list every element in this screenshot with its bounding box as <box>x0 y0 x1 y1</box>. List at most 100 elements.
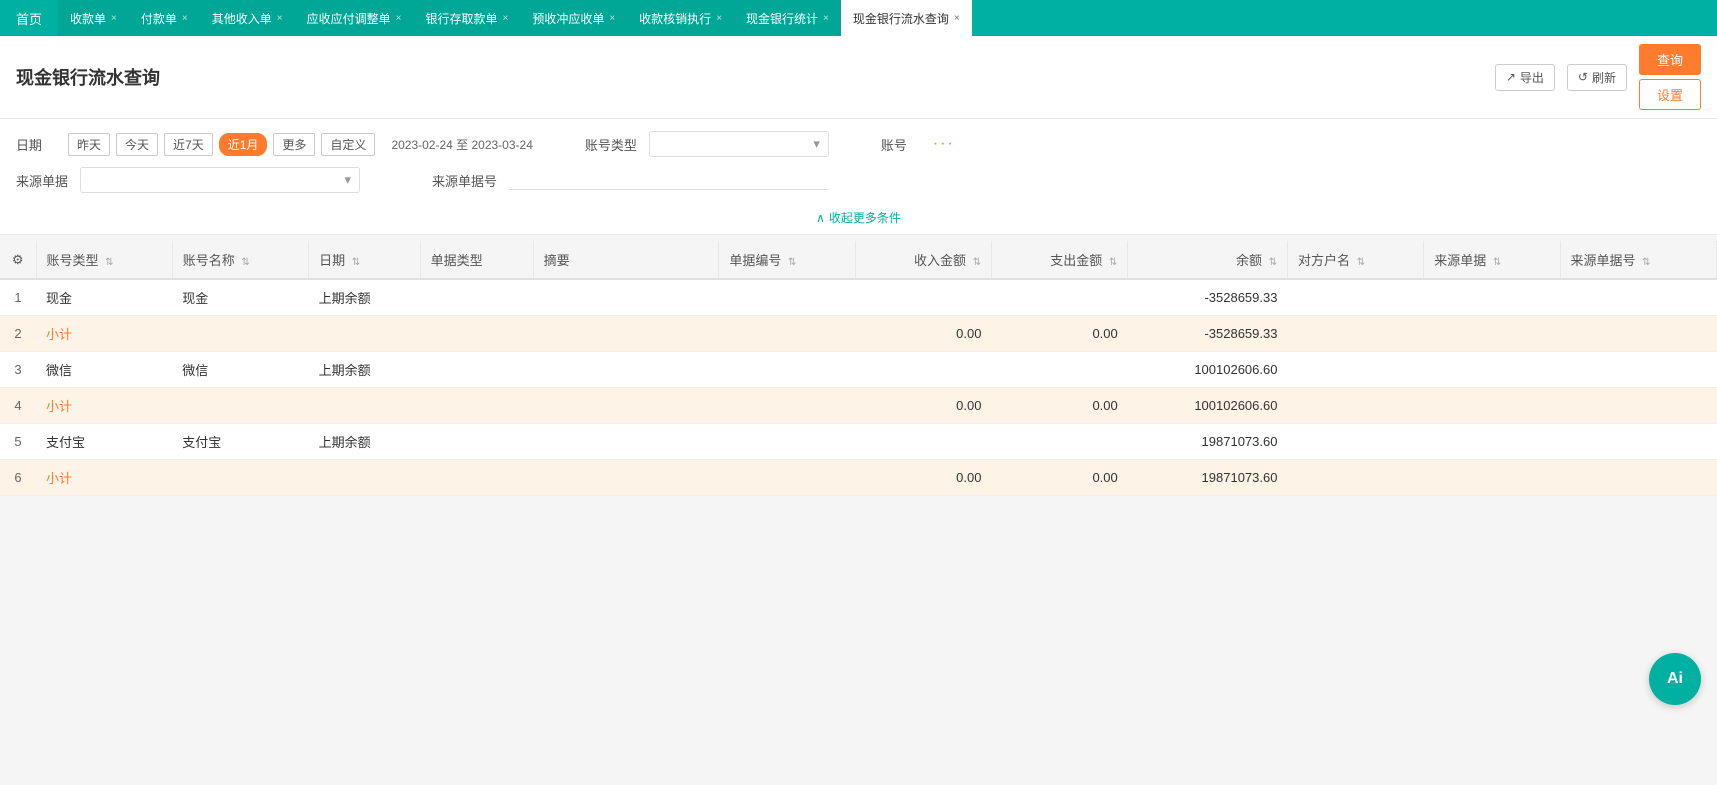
col-source-doc-no: 来源单据号 ⇅ <box>1560 241 1716 279</box>
ellipsis-button[interactable]: ··· <box>933 135 955 153</box>
close-icon[interactable]: × <box>277 13 283 24</box>
row-number: 1 <box>0 279 36 316</box>
nav-tab-cashflow[interactable]: 现金银行流水查询 × <box>841 0 972 36</box>
nav-tab-adjustment[interactable]: 应收应付调整单 × <box>295 0 414 36</box>
export-button[interactable]: ↗ 导出 <box>1495 64 1555 91</box>
cell-doc-type <box>420 460 533 496</box>
cell-expense <box>991 279 1127 316</box>
filter-row-date: 日期 昨天 今天 近7天 近1月 更多 自定义 2023-02-24 至 202… <box>16 131 1701 157</box>
sort-icon: ⇅ <box>1357 257 1365 268</box>
cell-balance: -3528659.33 <box>1128 279 1288 316</box>
table-wrap: ⚙ 账号类型 ⇅ 账号名称 ⇅ 日期 ⇅ 单据类型 摘要 单据编号 ⇅ 收入金额… <box>0 241 1717 496</box>
sort-icon: ⇅ <box>1493 257 1501 268</box>
cell-source-doc <box>1424 352 1560 388</box>
nav-tab-stats[interactable]: 现金银行统计 × <box>734 0 841 36</box>
table-row: 2小计0.000.00-3528659.33 <box>0 316 1717 352</box>
cell-balance: 100102606.60 <box>1128 388 1288 424</box>
refresh-button[interactable]: ↺ 刷新 <box>1567 64 1627 91</box>
cell-date: 上期余额 <box>309 279 421 316</box>
close-icon[interactable]: × <box>182 13 188 24</box>
cell-summary <box>533 424 719 460</box>
close-icon[interactable]: × <box>502 13 508 24</box>
cell-doc-type <box>420 316 533 352</box>
close-icon[interactable]: × <box>111 13 117 24</box>
nav-tab-verify[interactable]: 收款核销执行 × <box>627 0 734 36</box>
cell-counterpart <box>1287 279 1423 316</box>
cell-source-doc <box>1424 279 1560 316</box>
table-row: 3微信微信上期余额100102606.60 <box>0 352 1717 388</box>
cell-balance: -3528659.33 <box>1128 316 1288 352</box>
cell-counterpart <box>1287 352 1423 388</box>
date-options: 昨天 今天 近7天 近1月 更多 自定义 <box>68 133 375 156</box>
col-date: 日期 ⇅ <box>309 241 421 279</box>
query-button[interactable]: 查询 <box>1639 44 1701 75</box>
date-btn-more[interactable]: 更多 <box>273 133 315 156</box>
close-icon[interactable]: × <box>716 13 722 24</box>
sort-icon: ⇅ <box>105 257 113 268</box>
cell-balance: 100102606.60 <box>1128 352 1288 388</box>
cell-doc-no <box>719 316 855 352</box>
date-label: 日期 <box>16 135 56 154</box>
nav-tab-advance[interactable]: 预收冲应收单 × <box>520 0 627 36</box>
cell-source-doc-no <box>1560 279 1716 316</box>
nav-tab-bank-deposit[interactable]: 银行存取款单 × <box>413 0 520 36</box>
account-type-select[interactable]: ▾ <box>649 131 829 157</box>
sort-icon: ⇅ <box>1642 257 1650 268</box>
cell-doc-no <box>719 460 855 496</box>
nav-tab-fukuan[interactable]: 付款单 × <box>129 0 200 36</box>
account-type-label: 账号类型 <box>585 135 637 154</box>
cell-doc-type <box>420 279 533 316</box>
cell-doc-no <box>719 352 855 388</box>
date-btn-custom[interactable]: 自定义 <box>321 133 375 156</box>
cell-account-type: 小计 <box>36 316 172 352</box>
nav-home[interactable]: 首页 <box>0 0 58 36</box>
filter-row-source: 来源单据 ▾ 来源单据号 <box>16 167 1701 193</box>
date-btn-today[interactable]: 今天 <box>116 133 158 156</box>
cell-account-name <box>172 460 308 496</box>
cell-balance: 19871073.60 <box>1128 424 1288 460</box>
chevron-down-icon: ▾ <box>344 172 351 188</box>
cell-income: 0.00 <box>855 388 991 424</box>
cell-account-type: 小计 <box>36 388 172 424</box>
cell-source-doc-no <box>1560 388 1716 424</box>
col-balance: 余额 ⇅ <box>1128 241 1288 279</box>
sort-icon: ⇅ <box>973 257 981 268</box>
cell-account-name: 支付宝 <box>172 424 308 460</box>
setting-button[interactable]: 设置 <box>1639 79 1701 110</box>
page-title: 现金银行流水查询 <box>16 64 160 90</box>
gear-icon[interactable]: ⚙ <box>12 252 24 267</box>
date-btn-yesterday[interactable]: 昨天 <box>68 133 110 156</box>
col-account-type: 账号类型 ⇅ <box>36 241 172 279</box>
row-number: 4 <box>0 388 36 424</box>
cell-counterpart <box>1287 460 1423 496</box>
ai-button[interactable]: Ai <box>1649 653 1701 705</box>
chevron-down-icon: ▾ <box>813 136 820 152</box>
sort-icon: ⇅ <box>241 257 249 268</box>
close-icon[interactable]: × <box>954 13 960 24</box>
source-doc-select[interactable]: ▾ <box>80 167 360 193</box>
nav-tab-shoukuan[interactable]: 收款单 × <box>58 0 129 36</box>
close-icon[interactable]: × <box>823 13 829 24</box>
date-range-display: 2023-02-24 至 2023-03-24 <box>391 136 532 153</box>
row-number: 3 <box>0 352 36 388</box>
date-btn-7days[interactable]: 近7天 <box>164 133 213 156</box>
collapse-bar[interactable]: ∧ 收起更多条件 <box>16 203 1701 234</box>
account-label: 账号 <box>881 135 921 154</box>
cell-account-name <box>172 316 308 352</box>
cell-account-type: 支付宝 <box>36 424 172 460</box>
cell-date: 上期余额 <box>309 352 421 388</box>
date-btn-1month[interactable]: 近1月 <box>219 133 268 156</box>
cell-account-type: 现金 <box>36 279 172 316</box>
col-source-doc: 来源单据 ⇅ <box>1424 241 1560 279</box>
close-icon[interactable]: × <box>609 13 615 24</box>
cell-balance: 19871073.60 <box>1128 460 1288 496</box>
refresh-icon: ↺ <box>1578 70 1588 84</box>
cell-doc-no <box>719 424 855 460</box>
col-expense: 支出金额 ⇅ <box>991 241 1127 279</box>
row-number: 6 <box>0 460 36 496</box>
nav-tab-other-income[interactable]: 其他收入单 × <box>200 0 295 36</box>
cell-income <box>855 279 991 316</box>
col-gear[interactable]: ⚙ <box>0 241 36 279</box>
source-doc-no-input[interactable] <box>509 170 829 190</box>
close-icon[interactable]: × <box>396 13 402 24</box>
